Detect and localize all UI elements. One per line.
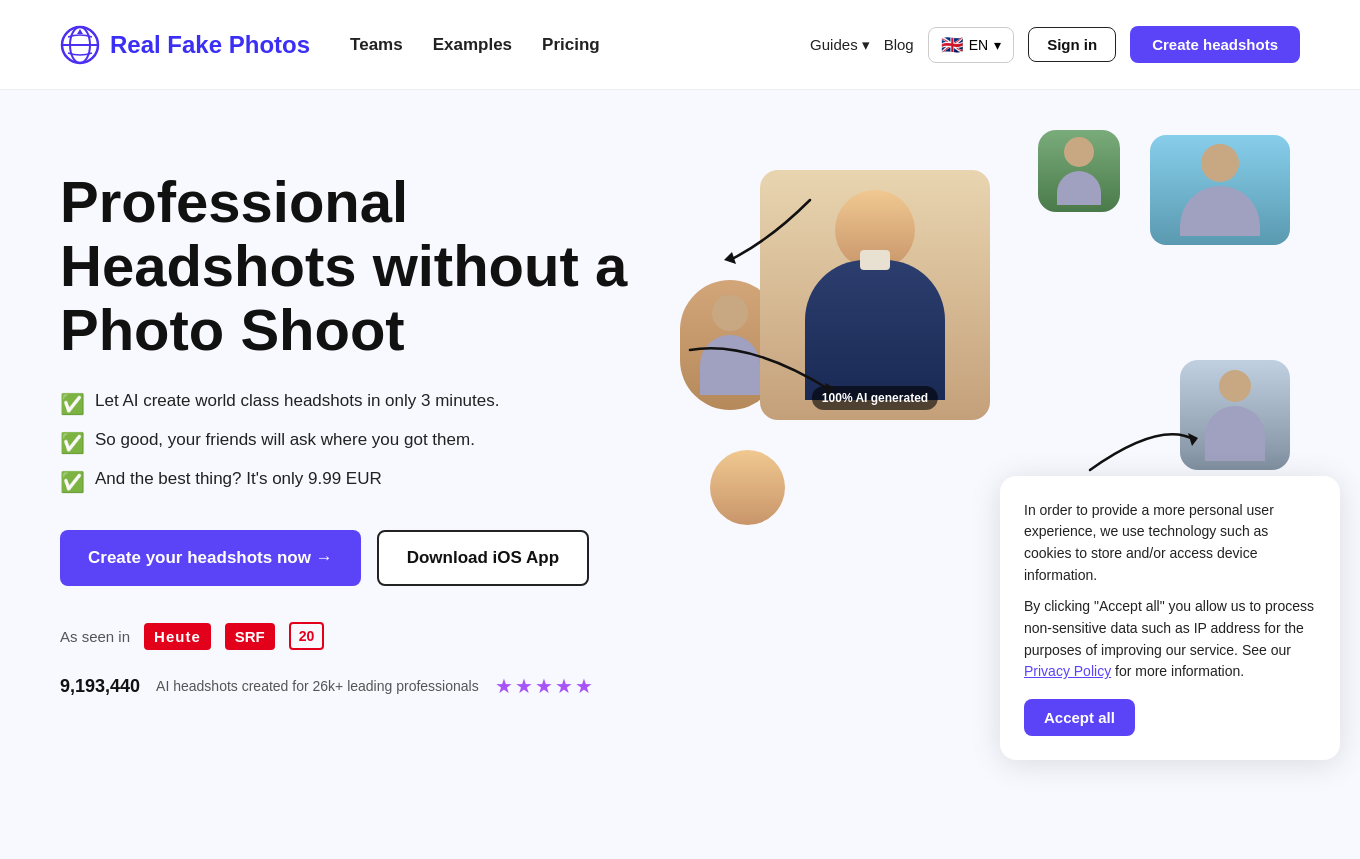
- privacy-policy-link[interactable]: Privacy Policy: [1024, 663, 1111, 679]
- hero-title: Professional Headshots without a Photo S…: [60, 170, 680, 361]
- guides-button[interactable]: Guides ▾: [810, 36, 870, 54]
- logo-icon: [60, 25, 100, 65]
- language-selector[interactable]: 🇬🇧 EN ▾: [928, 27, 1014, 63]
- ios-app-button[interactable]: Download iOS App: [377, 530, 589, 586]
- photo-main: 100% AI generated: [760, 170, 990, 420]
- ai-generated-label: 100% AI generated: [812, 386, 938, 410]
- photo-bottom-mid: [710, 450, 785, 525]
- person-head: [1201, 144, 1239, 182]
- create-headshots-main-button[interactable]: Create your headshots now →: [60, 530, 361, 586]
- cookie-banner: In order to provide a more personal user…: [1000, 476, 1340, 761]
- check-icon-3: ✅: [60, 470, 85, 494]
- srf-badge: SRF: [225, 623, 275, 650]
- nav-examples[interactable]: Examples: [433, 35, 512, 55]
- stats-row: 9,193,440 AI headshots created for 26k+ …: [60, 674, 680, 698]
- blog-link[interactable]: Blog: [884, 36, 914, 53]
- person-head: [1064, 137, 1094, 167]
- accept-all-button[interactable]: Accept all: [1024, 699, 1135, 736]
- person-body: [700, 335, 760, 395]
- logo[interactable]: Real Fake Photos: [60, 25, 310, 65]
- person-head: [1219, 370, 1251, 402]
- navbar: Real Fake Photos Teams Examples Pricing …: [0, 0, 1360, 90]
- create-headshots-nav-button[interactable]: Create headshots: [1130, 26, 1300, 63]
- svg-marker-4: [724, 252, 736, 264]
- lang-chevron-icon: ▾: [994, 37, 1001, 53]
- stats-text: AI headshots created for 26k+ leading pr…: [156, 678, 479, 694]
- person-suit: [805, 260, 945, 400]
- person-head: [712, 295, 748, 331]
- seen-in-label: As seen in: [60, 628, 130, 645]
- flag-icon: 🇬🇧: [941, 34, 963, 56]
- nav-pricing[interactable]: Pricing: [542, 35, 600, 55]
- hero-features: ✅ Let AI create world class headshots in…: [60, 391, 680, 494]
- stars-rating: ★★★★★: [495, 674, 595, 698]
- seen-in: As seen in Heute SRF 20: [60, 622, 680, 650]
- cookie-text: In order to provide a more personal user…: [1024, 500, 1316, 684]
- svg-marker-3: [77, 29, 83, 34]
- feature-item-1: ✅ Let AI create world class headshots in…: [60, 391, 680, 416]
- feature-item-3: ✅ And the best thing? It's only 9.99 EUR: [60, 469, 680, 494]
- photo-top-right: [1150, 135, 1290, 245]
- photo-top-left: [1038, 130, 1120, 212]
- check-icon-1: ✅: [60, 392, 85, 416]
- chevron-down-icon: ▾: [862, 36, 870, 54]
- check-icon-2: ✅: [60, 431, 85, 455]
- lang-code: EN: [969, 37, 988, 53]
- navbar-left: Real Fake Photos Teams Examples Pricing: [60, 25, 600, 65]
- hero-buttons: Create your headshots now → Download iOS…: [60, 530, 680, 586]
- hero-section: Professional Headshots without a Photo S…: [0, 90, 1360, 790]
- cookie-text-1: In order to provide a more personal user…: [1024, 500, 1316, 587]
- nav-teams[interactable]: Teams: [350, 35, 403, 55]
- feature-item-2: ✅ So good, your friends will ask where y…: [60, 430, 680, 455]
- person-body: [1205, 406, 1265, 461]
- person-body: [1180, 186, 1260, 236]
- heute-badge: Heute: [144, 623, 211, 650]
- hero-left: Professional Headshots without a Photo S…: [60, 150, 680, 698]
- logo-text: Real Fake Photos: [110, 31, 310, 59]
- navbar-right: Guides ▾ Blog 🇬🇧 EN ▾ Sign in Create hea…: [810, 26, 1300, 63]
- person-body: [1057, 171, 1101, 205]
- cookie-text-2: By clicking "Accept all" you allow us to…: [1024, 596, 1316, 683]
- person-collar: [860, 250, 890, 270]
- nav-links: Teams Examples Pricing: [350, 35, 600, 55]
- signin-button[interactable]: Sign in: [1028, 27, 1116, 62]
- twenty-badge: 20: [289, 622, 325, 650]
- stats-count: 9,193,440: [60, 676, 140, 697]
- photo-bottom-right: [1180, 360, 1290, 470]
